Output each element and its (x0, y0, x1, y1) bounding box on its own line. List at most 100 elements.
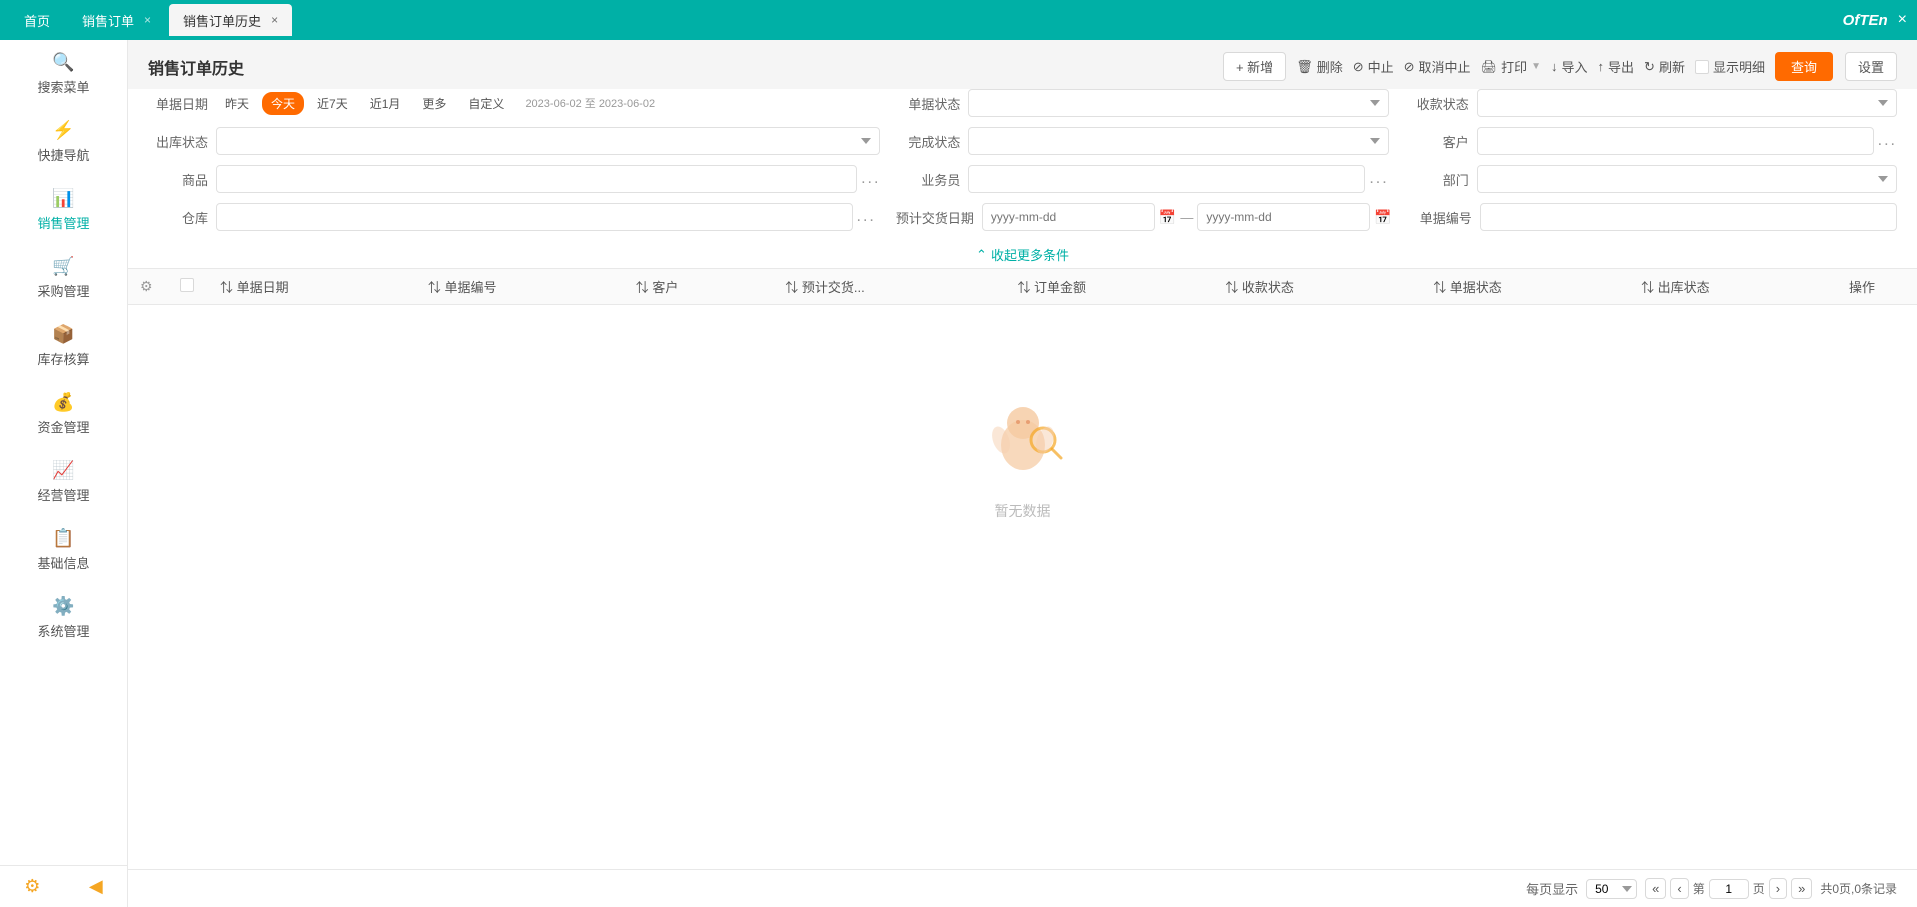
sidebar-item-purchase-mgmt-label: 采购管理 (37, 281, 89, 300)
delete-btn[interactable]: 🗑 删除 (1296, 57, 1343, 76)
warehouse-status-select[interactable] (216, 127, 880, 155)
th-amount-label: ⇅ 订单金额 (1017, 280, 1086, 295)
sidebar-item-basic-info[interactable]: 📋 基础信息 (0, 516, 127, 584)
sidebar-item-inventory[interactable]: 📦 库存核算 (0, 312, 127, 380)
filter-order-no: 单据编号 (1412, 203, 1897, 231)
new-btn[interactable]: + 新增 (1223, 52, 1286, 81)
page-header: 销售订单历史 + 新增 🗑 删除 ⊘ 中止 ⊘ 取消中止 🖨 (128, 40, 1917, 89)
export-label: 导出 (1608, 57, 1634, 76)
display-label: 显示明细 (1713, 57, 1765, 76)
settings-btn[interactable]: 设置 (1845, 52, 1897, 81)
order-status-control (968, 89, 1388, 117)
salesperson-label: 业务员 (900, 170, 960, 189)
operation-icon: 📈 (52, 460, 74, 481)
top-bar: 首页 销售订单 × 销售订单历史 × OfTEn × (0, 0, 1917, 40)
collapse-label: 收起更多条件 (991, 245, 1069, 264)
refresh-btn[interactable]: ↻ 刷新 (1644, 57, 1685, 76)
date-btn-custom[interactable]: 自定义 (459, 92, 513, 115)
order-status-select[interactable] (968, 89, 1388, 117)
stop-btn[interactable]: ⊘ 中止 (1353, 57, 1394, 76)
warehouse-more-btn[interactable]: ... (857, 208, 876, 226)
next-page-btn[interactable]: › (1769, 878, 1787, 899)
system-mgmt-icon: ⚙️ (52, 596, 74, 617)
date-btn-7days[interactable]: 近7天 (308, 92, 357, 115)
empty-state: 暂无数据 (128, 305, 1917, 601)
date-btn-today[interactable]: 今天 (262, 92, 304, 115)
order-no-label: 单据编号 (1412, 208, 1472, 227)
last-page-btn[interactable]: » (1791, 878, 1812, 899)
sidebar-item-system-mgmt[interactable]: ⚙️ 系统管理 (0, 584, 127, 652)
tab-sales-order[interactable]: 销售订单 × (68, 4, 165, 36)
product-input[interactable] (216, 165, 857, 193)
warehouse-label: 仓库 (148, 208, 208, 227)
th-order-status: ⇅ 单据状态 (1421, 269, 1629, 305)
delivery-date-control: 📅 — 📅 (982, 203, 1392, 231)
sidebar-item-finance[interactable]: 💰 资金管理 (0, 380, 127, 448)
sidebar-item-sales-mgmt[interactable]: 📊 销售管理 (0, 176, 127, 244)
import-btn[interactable]: ↓ 导入 (1551, 57, 1588, 76)
collapse-btn[interactable]: ⌃ 收起更多条件 (148, 241, 1897, 268)
display-detail-check[interactable]: 显示明细 (1695, 57, 1765, 76)
export-btn[interactable]: ↑ 导出 (1598, 57, 1635, 76)
sidebar-collapse-icon[interactable]: ◀ (89, 876, 103, 897)
collapse-arrow: ⌃ (976, 247, 987, 263)
tab-home[interactable]: 首页 (10, 4, 64, 36)
date-btn-1month[interactable]: 近1月 (361, 92, 410, 115)
page-title: 销售订单历史 (148, 55, 244, 79)
page-size-select[interactable]: 50 20 100 200 (1586, 879, 1637, 899)
table-settings-gear[interactable]: ⚙ (140, 278, 153, 294)
calendar-start-icon[interactable]: 📅 (1159, 209, 1176, 226)
salesperson-more-btn[interactable]: ... (1369, 170, 1388, 188)
main-layout: 🔍 搜索菜单 ⚡ 快捷导航 📊 销售管理 🛒 采购管理 📦 库存核算 💰 资金管… (0, 40, 1917, 907)
sidebar-item-quick-nav[interactable]: ⚡ 快捷导航 (0, 108, 127, 176)
sidebar-item-purchase-mgmt[interactable]: 🛒 采购管理 (0, 244, 127, 312)
delivery-date-start[interactable] (982, 203, 1155, 231)
department-select[interactable] (1477, 165, 1897, 193)
prev-page-btn[interactable]: ‹ (1670, 878, 1688, 899)
sidebar-item-sales-mgmt-label: 销售管理 (37, 213, 89, 232)
th-payment: ⇅ 收款状态 (1213, 269, 1421, 305)
th-customer-label: ⇅ 客户 (636, 280, 679, 295)
warehouse-input[interactable] (216, 203, 853, 231)
select-all-checkbox[interactable] (180, 278, 194, 292)
salesperson-input[interactable] (968, 165, 1365, 193)
calendar-end-icon[interactable]: 📅 (1374, 209, 1391, 226)
filter-warehouse: 仓库 ... (148, 203, 876, 231)
page-num-input[interactable] (1709, 879, 1749, 899)
sidebar-settings-icon[interactable]: ⚙ (24, 876, 40, 897)
query-btn[interactable]: 查询 (1775, 52, 1833, 81)
query-label: 查询 (1791, 60, 1817, 75)
filter-order-status: 单据状态 (900, 89, 1388, 117)
tab-sales-order-close[interactable]: × (144, 13, 151, 27)
empty-icon (973, 385, 1073, 485)
product-label: 商品 (148, 170, 208, 189)
display-checkbox[interactable] (1695, 60, 1709, 74)
tab-sales-order-history-close[interactable]: × (271, 13, 278, 27)
order-no-input[interactable] (1480, 203, 1897, 231)
customer-more-btn[interactable]: ... (1878, 132, 1897, 150)
product-more-btn[interactable]: ... (861, 170, 880, 188)
customer-input[interactable] (1477, 127, 1874, 155)
payment-status-select[interactable] (1477, 89, 1897, 117)
date-btn-yesterday[interactable]: 昨天 (216, 92, 258, 115)
th-warehouse-status: ⇅ 出库状态 (1629, 269, 1837, 305)
delivery-date-end[interactable] (1197, 203, 1370, 231)
filter-complete-status: 完成状态 (900, 127, 1388, 155)
customer-label: 客户 (1409, 132, 1469, 151)
date-btn-more[interactable]: 更多 (413, 92, 455, 115)
cancel-stop-btn[interactable]: ⊘ 取消中止 (1404, 57, 1471, 76)
table-footer: 每页显示 50 20 100 200 « ‹ 第 页 › (128, 869, 1917, 907)
window-close-btn[interactable]: × (1898, 11, 1907, 29)
complete-status-select[interactable] (968, 127, 1388, 155)
print-btn[interactable]: 🖨 打印 ▼ (1481, 57, 1541, 76)
page-nav: « ‹ 第 页 › » (1645, 878, 1812, 899)
first-page-btn[interactable]: « (1645, 878, 1666, 899)
refresh-label: 刷新 (1659, 57, 1685, 76)
sidebar-item-search-menu[interactable]: 🔍 搜索菜单 (0, 40, 127, 108)
print-icon: 🖨 (1481, 59, 1498, 75)
salesperson-control: ... (968, 165, 1388, 193)
th-date: ⇅ 单据日期 (208, 269, 416, 305)
filter-customer: 客户 ... (1409, 127, 1897, 155)
sidebar-item-operation[interactable]: 📈 经营管理 (0, 448, 127, 516)
tab-sales-order-history[interactable]: 销售订单历史 × (169, 4, 292, 36)
